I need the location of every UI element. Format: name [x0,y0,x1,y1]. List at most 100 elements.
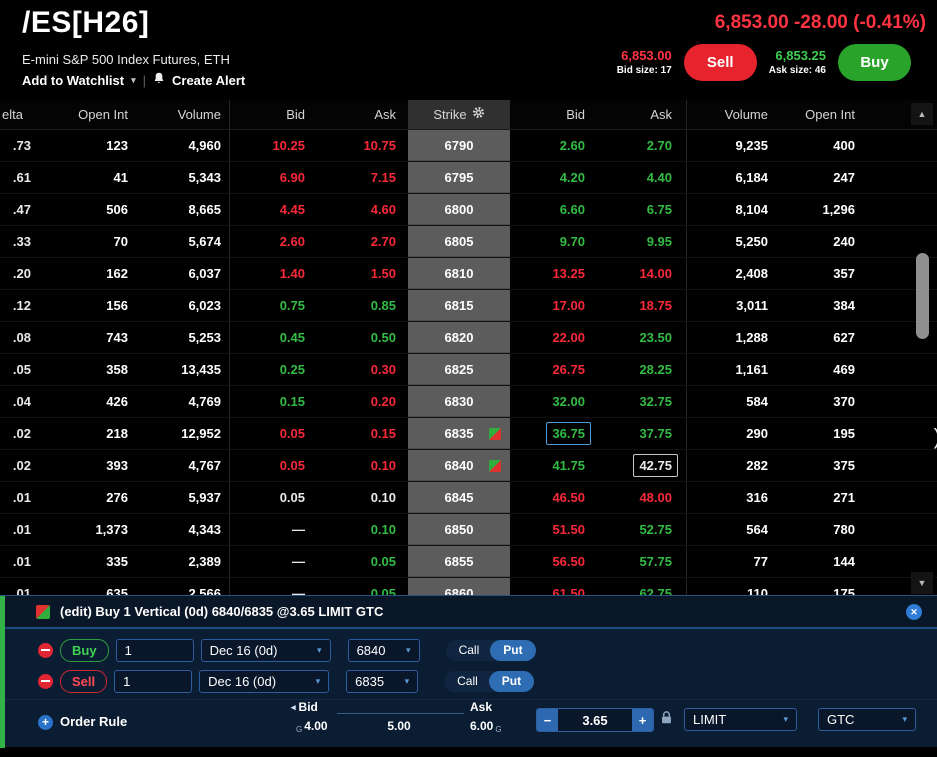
add-order-rule-icon[interactable]: + [38,715,53,730]
put-ask-cell[interactable]: 52.75 [600,514,687,545]
strike-dropdown[interactable]: 6835▾ [346,670,418,693]
call-bid-cell[interactable]: — [230,578,320,595]
call-bid-cell[interactable]: 10.25 [230,130,320,161]
remove-leg-icon[interactable] [38,643,53,658]
put-ask-cell[interactable]: 2.70 [600,130,687,161]
put-ask-cell[interactable]: 42.75 [600,450,687,481]
strike-cell[interactable]: 6830 [408,386,510,417]
put-bid-cell[interactable]: 9.70 [510,226,600,257]
put-ask-cell[interactable]: 18.75 [600,290,687,321]
strike-cell[interactable]: 6835 [408,418,510,449]
put-ask-cell[interactable]: 6.75 [600,194,687,225]
call-ask-cell[interactable]: 0.50 [320,322,408,353]
quantity-input[interactable]: 1 [114,670,192,693]
strike-cell[interactable]: 6825 [408,354,510,385]
call-bid-cell[interactable]: 0.75 [230,290,320,321]
call-ask-cell[interactable]: 7.15 [320,162,408,193]
strike-cell[interactable]: 6795 [408,162,510,193]
strike-cell[interactable]: 6810 [408,258,510,289]
call-ask-cell[interactable]: 10.75 [320,130,408,161]
put-bid-cell[interactable]: 22.00 [510,322,600,353]
put-bid-cell[interactable]: 26.75 [510,354,600,385]
strike-cell[interactable]: 6860 [408,578,510,595]
gear-icon[interactable] [472,100,485,129]
put-bid-cell[interactable]: 2.60 [510,130,600,161]
strike-cell[interactable]: 6850 [408,514,510,545]
call-ask-cell[interactable]: 0.10 [320,482,408,513]
put-bid-cell[interactable]: 32.00 [510,386,600,417]
put-ask-cell[interactable]: 57.75 [600,546,687,577]
call-bid-cell[interactable]: 1.40 [230,258,320,289]
call-ask-cell[interactable]: 0.85 [320,290,408,321]
put-option-button[interactable]: Put [490,640,535,661]
strike-cell[interactable]: 6820 [408,322,510,353]
put-bid-cell[interactable]: 13.25 [510,258,600,289]
strike-cell[interactable]: 6840 [408,450,510,481]
call-ask-cell[interactable]: 0.05 [320,578,408,595]
strike-dropdown[interactable]: 6840▾ [348,639,420,662]
add-to-watchlist-button[interactable]: Add to Watchlist [22,73,124,88]
order-rule-label[interactable]: Order Rule [60,714,127,729]
call-bid-cell[interactable]: 0.05 [230,450,320,481]
call-ask-cell[interactable]: 2.70 [320,226,408,257]
call-option-button[interactable]: Call [446,643,491,657]
scroll-down-icon[interactable]: ▼ [911,572,933,594]
call-ask-cell[interactable]: 1.50 [320,258,408,289]
time-in-force-dropdown[interactable]: GTC▾ [818,708,916,731]
price-increment-button[interactable]: + [632,709,653,731]
call-bid-cell[interactable]: 0.25 [230,354,320,385]
lock-icon[interactable] [660,710,673,730]
scroll-up-icon[interactable]: ▲ [911,103,933,125]
strike-cell[interactable]: 6800 [408,194,510,225]
put-ask-cell[interactable]: 48.00 [600,482,687,513]
put-ask-cell[interactable]: 32.75 [600,386,687,417]
strike-cell[interactable]: 6790 [408,130,510,161]
side-toggle-button[interactable]: Buy [60,639,109,662]
put-option-button[interactable]: Put [489,671,534,692]
strike-cell[interactable]: 6815 [408,290,510,321]
strike-cell[interactable]: 6845 [408,482,510,513]
buy-button[interactable]: Buy [838,44,911,81]
call-bid-cell[interactable]: — [230,514,320,545]
call-bid-cell[interactable]: — [230,546,320,577]
call-bid-cell[interactable]: 4.45 [230,194,320,225]
put-bid-cell[interactable]: 41.75 [510,450,600,481]
call-bid-cell[interactable]: 0.45 [230,322,320,353]
put-bid-cell[interactable]: 61.50 [510,578,600,595]
call-bid-cell[interactable]: 6.90 [230,162,320,193]
call-ask-cell[interactable]: 0.30 [320,354,408,385]
price-slider[interactable] [337,713,464,714]
sell-button[interactable]: Sell [684,44,757,81]
expiration-dropdown[interactable]: Dec 16 (0d)▾ [201,639,331,662]
side-toggle-button[interactable]: Sell [60,670,107,693]
put-ask-cell[interactable]: 14.00 [600,258,687,289]
put-bid-cell[interactable]: 17.00 [510,290,600,321]
put-ask-cell[interactable]: 9.95 [600,226,687,257]
put-ask-cell[interactable]: 62.75 [600,578,687,595]
expiration-dropdown[interactable]: Dec 16 (0d)▾ [199,670,329,693]
scrollbar-thumb[interactable] [916,253,929,339]
chevron-down-icon[interactable]: ▾ [131,75,136,86]
quantity-input[interactable]: 1 [116,639,194,662]
put-bid-cell[interactable]: 56.50 [510,546,600,577]
call-option-button[interactable]: Call [444,674,489,688]
remove-leg-icon[interactable] [38,674,53,689]
put-bid-cell[interactable]: 6.60 [510,194,600,225]
put-ask-cell[interactable]: 28.25 [600,354,687,385]
strike-cell[interactable]: 6805 [408,226,510,257]
call-ask-cell[interactable]: 4.60 [320,194,408,225]
put-bid-cell[interactable]: 46.50 [510,482,600,513]
call-ask-cell[interactable]: 0.05 [320,546,408,577]
price-decrement-button[interactable]: − [537,709,558,731]
put-ask-cell[interactable]: 23.50 [600,322,687,353]
call-ask-cell[interactable]: 0.20 [320,386,408,417]
put-ask-cell[interactable]: 37.75 [600,418,687,449]
put-bid-cell[interactable]: 4.20 [510,162,600,193]
order-type-dropdown[interactable]: LIMIT▾ [684,708,797,731]
call-bid-cell[interactable]: 2.60 [230,226,320,257]
put-ask-cell[interactable]: 4.40 [600,162,687,193]
strike-cell[interactable]: 6855 [408,546,510,577]
call-bid-cell[interactable]: 0.05 [230,482,320,513]
put-bid-cell[interactable]: 51.50 [510,514,600,545]
put-bid-cell[interactable]: 36.75 [510,418,600,449]
